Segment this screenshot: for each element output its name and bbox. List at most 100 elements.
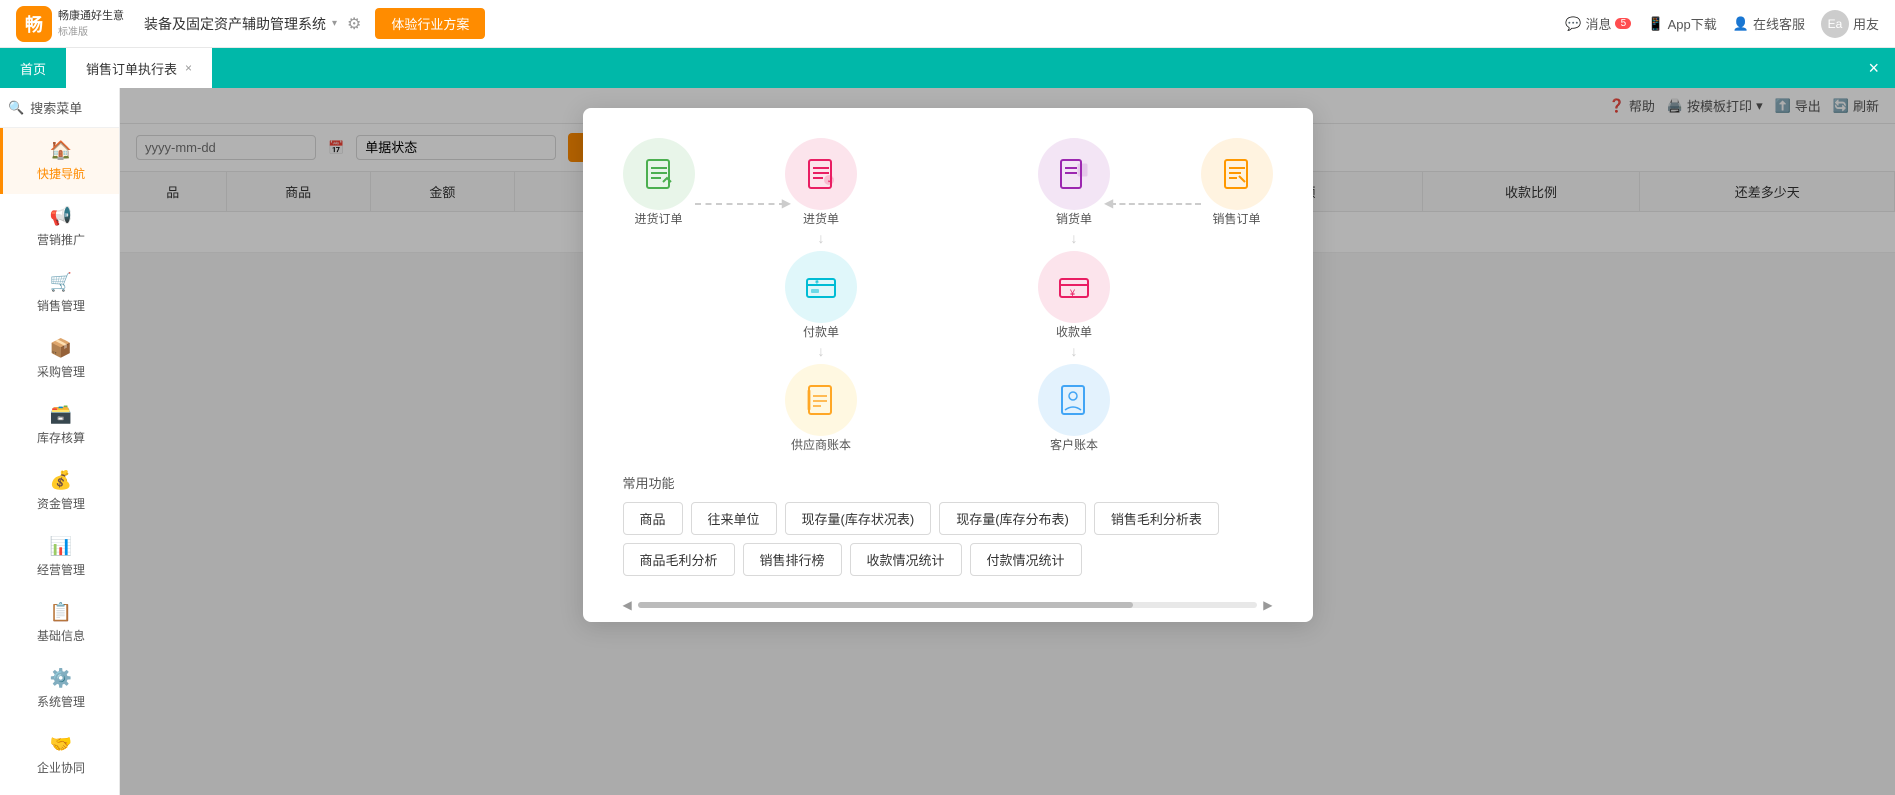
search-icon: 🔍: [8, 100, 24, 116]
purchase-bill-circle[interactable]: ✓: [785, 138, 857, 210]
basic-info-icon: 📋: [50, 602, 72, 623]
func-btn-2[interactable]: 现存量(库存状况表): [785, 502, 932, 535]
sidebar-item-operations-label: 经营管理: [37, 561, 85, 578]
sidebar-item-quick-nav-label: 快捷导航: [37, 165, 85, 182]
gear-icon[interactable]: ⚙: [347, 14, 361, 34]
online-service-label: 在线客服: [1753, 14, 1805, 33]
arrow-purchase-bill-down: ↓: [785, 231, 857, 245]
message-badge: 5: [1615, 18, 1631, 29]
sales-order-circle[interactable]: [1201, 138, 1273, 210]
receipt-circle[interactable]: ¥: [1038, 251, 1110, 323]
receipt-label: 收款单: [1056, 323, 1092, 340]
flow-row-3: 供应商账本 客户账本: [623, 364, 1273, 453]
purchase-order-icon: [641, 156, 677, 192]
flow-col-sales-bill: 销货单: [1038, 138, 1110, 227]
func-btn-0[interactable]: 商品: [623, 502, 683, 535]
sidebar-item-sales-label: 销售管理: [37, 297, 85, 314]
sidebar-item-purchase[interactable]: 📦 采购管理: [0, 326, 119, 392]
customer-ledger-label: 客户账本: [1050, 436, 1098, 453]
sidebar-item-basic-info[interactable]: 📋 基础信息: [0, 590, 119, 656]
inventory-icon: 🗃️: [50, 404, 72, 425]
flow-col-payment: ¥ 付款单: [785, 251, 857, 340]
phone-icon: 📱: [1647, 16, 1663, 32]
sidebar-search-label: 搜索菜单: [30, 98, 82, 117]
avatar: Ea: [1821, 10, 1849, 38]
func-btn-6[interactable]: 销售排行榜: [743, 543, 842, 576]
sidebar-item-inventory[interactable]: 🗃️ 库存核算: [0, 392, 119, 458]
payment-circle[interactable]: ¥: [785, 251, 857, 323]
tab-sales-order[interactable]: 销售订单执行表 ×: [66, 48, 212, 88]
sales-bill-icon: [1056, 156, 1092, 192]
scroll-right-icon[interactable]: ▶: [1263, 598, 1272, 612]
scroll-left-icon[interactable]: ◀: [623, 598, 632, 612]
down-arrows-row1: ↓ ↓: [623, 231, 1273, 245]
func-btn-3[interactable]: 现存量(库存分布表): [939, 502, 1086, 535]
sidebar-item-finance[interactable]: 💰 资金管理: [0, 458, 119, 524]
func-btn-5[interactable]: 商品毛利分析: [623, 543, 735, 576]
sales-bill-circle[interactable]: [1038, 138, 1110, 210]
down-arrows-row2: ↓ ↓: [623, 344, 1273, 358]
modal-scroll: ◀ ▶: [583, 592, 1313, 622]
purchase-order-circle[interactable]: [623, 138, 695, 210]
online-service-action[interactable]: 👤 在线客服: [1733, 14, 1805, 33]
sidebar-item-sales[interactable]: 🛒 销售管理: [0, 260, 119, 326]
main-layout: 🔍 搜索菜单 🏠 快捷导航 📢 营销推广 🛒 销售管理 📦 采购管理 🗃️ 库存…: [0, 88, 1895, 795]
sidebar-item-collab[interactable]: 🤝 企业协同: [0, 722, 119, 788]
supplier-ledger-icon: [803, 382, 839, 418]
logo-area[interactable]: 畅 畅康通好生意 标准版: [16, 6, 136, 42]
supplier-ledger-label: 供应商账本: [791, 436, 851, 453]
sidebar-item-inventory-label: 库存核算: [37, 429, 85, 446]
sidebar-item-guide[interactable]: 🎯 新手引导: [0, 788, 119, 795]
app-download-action[interactable]: 📱 App下载: [1647, 14, 1716, 33]
flow-col-customer-ledger: 客户账本: [1038, 364, 1110, 453]
sidebar-item-marketing[interactable]: 📢 营销推广: [0, 194, 119, 260]
arrow-sales-order-to-bill: ◀: [1110, 203, 1201, 227]
system-dropdown-icon[interactable]: ▾: [332, 18, 337, 29]
tab-bar: 首页 销售订单执行表 × ×: [0, 48, 1895, 88]
customer-ledger-circle[interactable]: [1038, 364, 1110, 436]
top-header: 畅 畅康通好生意 标准版 装备及固定资产辅助管理系统 ▾ ⚙ 体验行业方案 💬 …: [0, 0, 1895, 48]
flow-col-sales-order: 销售订单: [1201, 138, 1273, 227]
flow-col-supplier-ledger: 供应商账本: [785, 364, 857, 453]
logo-text: 畅康通好生意: [58, 9, 124, 23]
sidebar-item-quick-nav[interactable]: 🏠 快捷导航: [0, 128, 119, 194]
system-name-text: 装备及固定资产辅助管理系统: [144, 14, 326, 34]
sidebar-item-operations[interactable]: 📊 经营管理: [0, 524, 119, 590]
purchase-order-label: 进货订单: [634, 210, 682, 227]
sidebar-search[interactable]: 🔍 搜索菜单: [0, 88, 119, 128]
logo-text-area: 畅康通好生意 标准版: [58, 9, 124, 38]
modal-overlay[interactable]: 进货订单 ▶: [120, 88, 1895, 795]
service-icon: 👤: [1733, 16, 1749, 32]
system-name: 装备及固定资产辅助管理系统 ▾: [144, 14, 337, 34]
sidebar-item-marketing-label: 营销推广: [37, 231, 85, 248]
arrow-receipt-down: ↓: [1038, 344, 1110, 358]
svg-text:¥: ¥: [815, 279, 819, 286]
purchase-bill-icon: ✓: [803, 156, 839, 192]
supplier-ledger-circle[interactable]: [785, 364, 857, 436]
sales-order-label: 销售订单: [1212, 210, 1260, 227]
tab-close-icon[interactable]: ×: [185, 61, 192, 75]
sidebar-item-collab-label: 企业协同: [37, 759, 85, 776]
sidebar-item-purchase-label: 采购管理: [37, 363, 85, 380]
func-btn-7[interactable]: 收款情况统计: [850, 543, 962, 576]
scroll-track[interactable]: [638, 602, 1258, 608]
tab-home[interactable]: 首页: [0, 48, 66, 88]
tab-home-label: 首页: [20, 59, 46, 78]
tab-sales-label: 销售订单执行表: [86, 59, 177, 78]
finance-icon: 💰: [50, 470, 72, 491]
func-btn-8[interactable]: 付款情况统计: [970, 543, 1082, 576]
sidebar-item-system-label: 系统管理: [37, 693, 85, 710]
arrow-purchase-order-to-bill: ▶: [695, 203, 786, 227]
func-btns: 商品往来单位现存量(库存状况表)现存量(库存分布表)销售毛利分析表商品毛利分析销…: [623, 502, 1273, 576]
marketing-icon: 📢: [50, 206, 72, 227]
purchase-bill-label: 进货单: [803, 210, 839, 227]
common-func-area: 常用功能 商品往来单位现存量(库存状况表)现存量(库存分布表)销售毛利分析表商品…: [583, 473, 1313, 592]
tab-bar-close-icon[interactable]: ×: [1868, 58, 1879, 79]
collab-icon: 🤝: [50, 734, 72, 755]
trial-btn[interactable]: 体验行业方案: [375, 8, 485, 39]
func-btn-4[interactable]: 销售毛利分析表: [1094, 502, 1219, 535]
func-btn-1[interactable]: 往来单位: [691, 502, 777, 535]
user-action[interactable]: Ea 用友: [1821, 10, 1879, 38]
message-action[interactable]: 💬 消息 5: [1565, 14, 1631, 33]
sidebar-item-system[interactable]: ⚙️ 系统管理: [0, 656, 119, 722]
